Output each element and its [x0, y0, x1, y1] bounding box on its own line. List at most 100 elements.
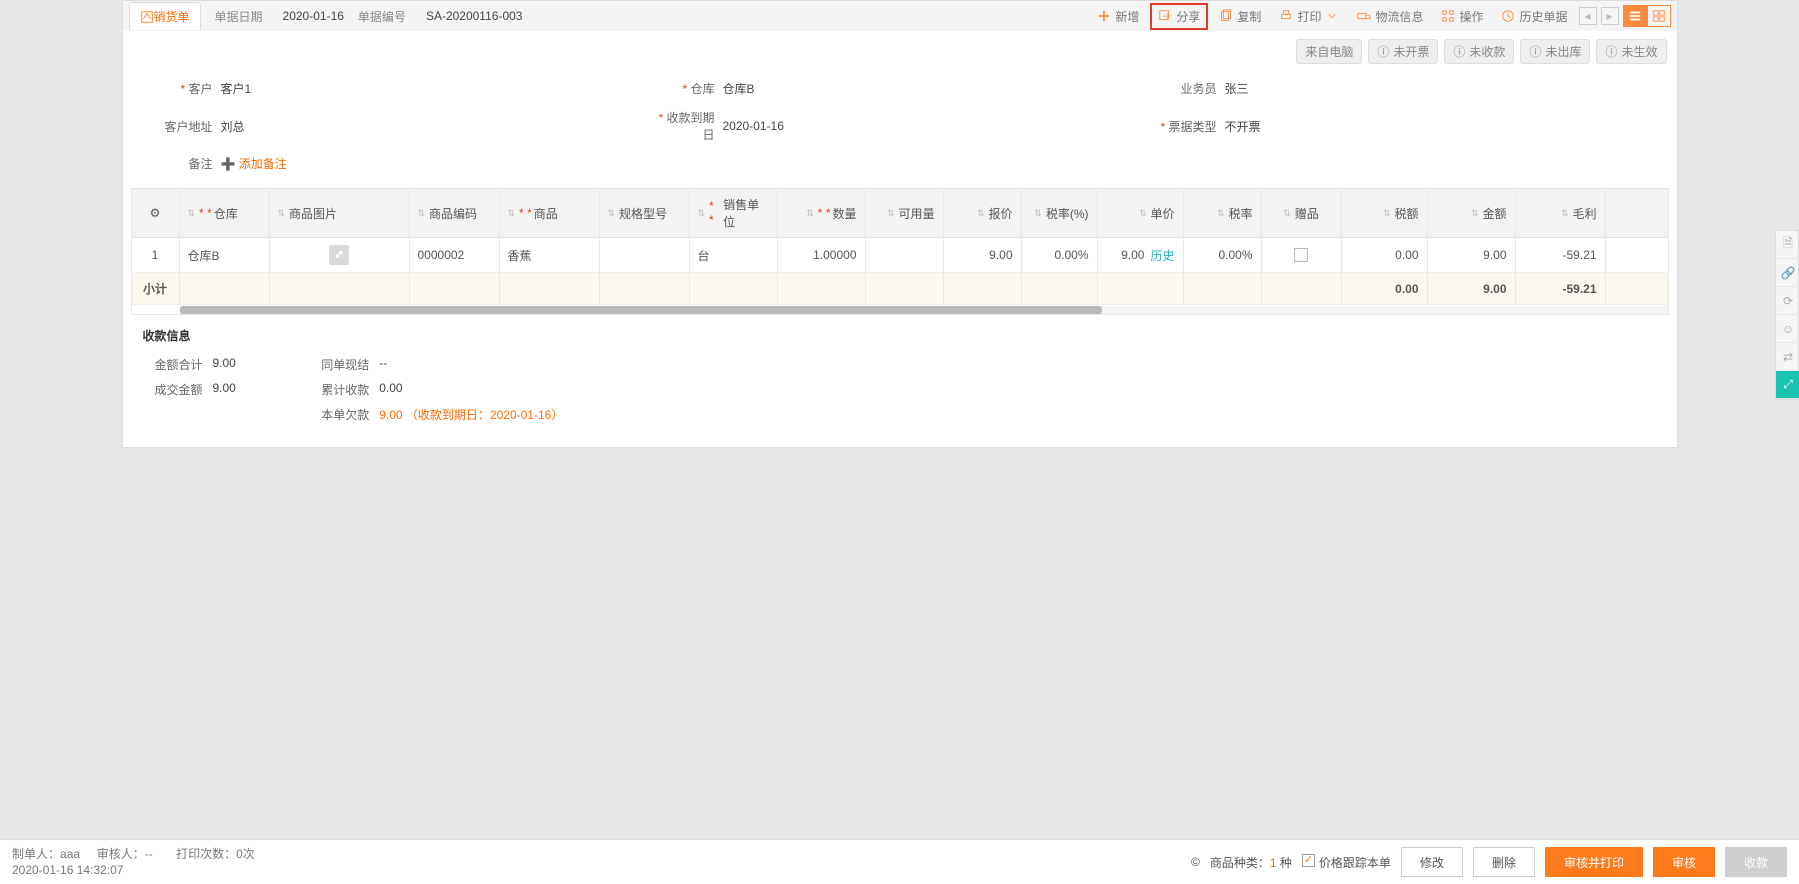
receive-button[interactable]: 收款 — [1725, 847, 1787, 877]
ops-button[interactable]: 操作 — [1434, 4, 1490, 29]
audit-button[interactable]: 审核 — [1653, 847, 1715, 877]
col-warehouse[interactable]: ⇅*仓库 — [180, 189, 270, 237]
label-cash: 同单现结 — [309, 356, 369, 373]
clock-icon — [1501, 9, 1515, 23]
footer-bar: 制单人：aaa 审核人：-- 打印次数：0次 2020-01-16 14:32:… — [0, 839, 1799, 884]
sidebar-note-icon[interactable]: 🗎 — [1776, 231, 1799, 259]
tab-label: 销货单 — [154, 8, 190, 25]
col-image[interactable]: ⇅商品图片 — [270, 189, 410, 237]
audit-print-button[interactable]: 审核并打印 — [1545, 847, 1643, 877]
sidebar-user-icon[interactable]: ☺ — [1776, 315, 1799, 343]
cell-warehouse[interactable]: 仓库B — [180, 238, 270, 272]
add-remark-button[interactable]: ➕ 添加备注 — [221, 155, 287, 172]
col-gear[interactable]: ⚙ — [132, 189, 180, 237]
label-recv: 累计收款 — [309, 381, 369, 398]
col-code[interactable]: ⇅商品编码 — [410, 189, 500, 237]
logistics-button[interactable]: 物流信息 — [1350, 4, 1430, 29]
label-warehouse: 仓库 — [649, 80, 723, 97]
cell-quote[interactable]: 9.00 — [944, 238, 1022, 272]
subtotal-taxamt: 0.00 — [1342, 273, 1428, 304]
delete-button[interactable]: 删除 — [1473, 847, 1535, 877]
col-taxrate[interactable]: ⇅税率(%) — [1022, 189, 1098, 237]
edit-button[interactable]: 修改 — [1401, 847, 1463, 877]
copy-button[interactable]: 复制 — [1212, 4, 1268, 29]
value-recv: 0.00 — [379, 381, 402, 398]
value-deal: 9.00 — [213, 381, 236, 398]
line-items-grid: ⚙ ⇅*仓库 ⇅商品图片 ⇅商品编码 ⇅*商品 ⇅规格型号 ⇅*销售单位 ⇅*数… — [131, 188, 1669, 315]
cell-qty[interactable]: 1.00000 — [778, 238, 866, 272]
tab-sales-order[interactable]: 销货单 — [129, 2, 201, 30]
doc-no-label: 单据编号 — [358, 8, 406, 25]
sidebar-refresh-icon[interactable]: ⟳ — [1776, 287, 1799, 315]
order-icon — [140, 10, 154, 24]
plus-circle-icon: ➕ — [221, 157, 239, 171]
gift-checkbox[interactable] — [1294, 248, 1308, 262]
doc-date-label: 单据日期 — [215, 8, 263, 25]
prev-button[interactable]: ◂ — [1579, 7, 1597, 25]
col-product[interactable]: ⇅*商品 — [500, 189, 600, 237]
top-bar: 销货单 单据日期 2020-01-16 单据编号 SA-20200116-003… — [123, 1, 1677, 31]
cell-spec[interactable] — [600, 238, 690, 272]
print-button[interactable]: 打印 — [1272, 4, 1346, 29]
col-profit[interactable]: ⇅毛利 — [1516, 189, 1606, 237]
doc-no-value: SA-20200116-003 — [426, 9, 523, 23]
value-owe: 9.00 （收款到期日：2020-01-16） — [379, 406, 563, 423]
sidebar-expand-icon[interactable]: ⤢ — [1776, 371, 1799, 399]
pill-unpaid[interactable]: ⓘ未收款 — [1444, 39, 1514, 64]
col-spec[interactable]: ⇅规格型号 — [600, 189, 690, 237]
share-icon — [1158, 9, 1172, 23]
value-customer[interactable]: 客户1 — [221, 80, 252, 97]
gear-icon: ⚙ — [150, 206, 161, 220]
cell-taxrate2[interactable]: 0.00% — [1184, 238, 1262, 272]
value-invoice-type[interactable]: 不开票 — [1225, 118, 1261, 135]
copyright-icon: © — [1191, 855, 1200, 869]
label-total: 金额合计 — [143, 356, 203, 373]
payment-info: 收款信息 金额合计9.00 成交金额9.00 同单现结-- 累计收款0.00 本… — [123, 315, 1677, 447]
view-card-button[interactable] — [1647, 5, 1671, 27]
cell-name[interactable]: 香蕉 — [500, 238, 600, 272]
share-button[interactable]: 分享 — [1150, 3, 1208, 30]
cell-image[interactable]: 🙾 — [270, 238, 410, 272]
cell-price[interactable]: 9.00历史 — [1098, 238, 1184, 272]
cell-gift[interactable] — [1262, 238, 1342, 272]
col-taxamt[interactable]: ⇅税额 — [1342, 189, 1428, 237]
price-follow-check[interactable]: 价格跟踪本单 — [1302, 854, 1391, 871]
value-salesman[interactable]: 张三 — [1225, 80, 1249, 97]
pill-uninvoiced[interactable]: ⓘ未开票 — [1368, 39, 1438, 64]
history-button[interactable]: 历史单据 — [1494, 4, 1574, 29]
label-invoice-type: 票据类型 — [1151, 118, 1225, 135]
value-due[interactable]: 2020-01-16 — [723, 119, 784, 133]
scroll-thumb[interactable] — [180, 306, 1103, 314]
col-avail[interactable]: ⇅可用量 — [866, 189, 944, 237]
table-row[interactable]: 1 仓库B 🙾 0000002 香蕉 台 1.00000 9.00 0.00% … — [131, 238, 1669, 273]
sku-summary: 商品种类：1 种 — [1210, 854, 1292, 871]
horizontal-scrollbar[interactable] — [131, 305, 1669, 315]
value-warehouse[interactable]: 仓库B — [723, 80, 755, 97]
col-quote[interactable]: ⇅报价 — [944, 189, 1022, 237]
label-customer: 客户 — [147, 80, 221, 97]
cell-avail — [866, 238, 944, 272]
cell-taxrate[interactable]: 0.00% — [1022, 238, 1098, 272]
pill-uneffect[interactable]: ⓘ未生效 — [1596, 39, 1666, 64]
cell-code[interactable]: 0000002 — [410, 238, 500, 272]
view-list-button[interactable] — [1623, 5, 1647, 27]
cell-profit: -59.21 — [1516, 238, 1606, 272]
col-gift[interactable]: ⇅赠品 — [1262, 189, 1342, 237]
col-taxrate2[interactable]: ⇅税率 — [1184, 189, 1262, 237]
price-history-link[interactable]: 历史 — [1150, 247, 1174, 264]
info-icon: ⓘ — [1605, 43, 1617, 60]
sidebar-swap-icon[interactable]: ⇄ — [1776, 343, 1799, 371]
col-price[interactable]: ⇅单价 — [1098, 189, 1184, 237]
pill-unout[interactable]: ⓘ未出库 — [1520, 39, 1590, 64]
new-button[interactable]: 新增 — [1090, 4, 1146, 29]
col-unit[interactable]: ⇅*销售单位 — [690, 189, 778, 237]
col-qty[interactable]: ⇅*数量 — [778, 189, 866, 237]
subtotal-amount: 9.00 — [1428, 273, 1516, 304]
sidebar-attach-icon[interactable]: 🔗 — [1776, 259, 1799, 287]
right-sidebar: 🗎 🔗 ⟳ ☺ ⇄ ⤢ — [1775, 230, 1799, 400]
subtotal-row: 小计 0.00 9.00 -59.21 — [131, 273, 1669, 305]
col-amount[interactable]: ⇅金额 — [1428, 189, 1516, 237]
cell-unit[interactable]: 台 — [690, 238, 778, 272]
next-button[interactable]: ▸ — [1601, 7, 1619, 25]
value-address[interactable]: 刘总 — [221, 118, 245, 135]
